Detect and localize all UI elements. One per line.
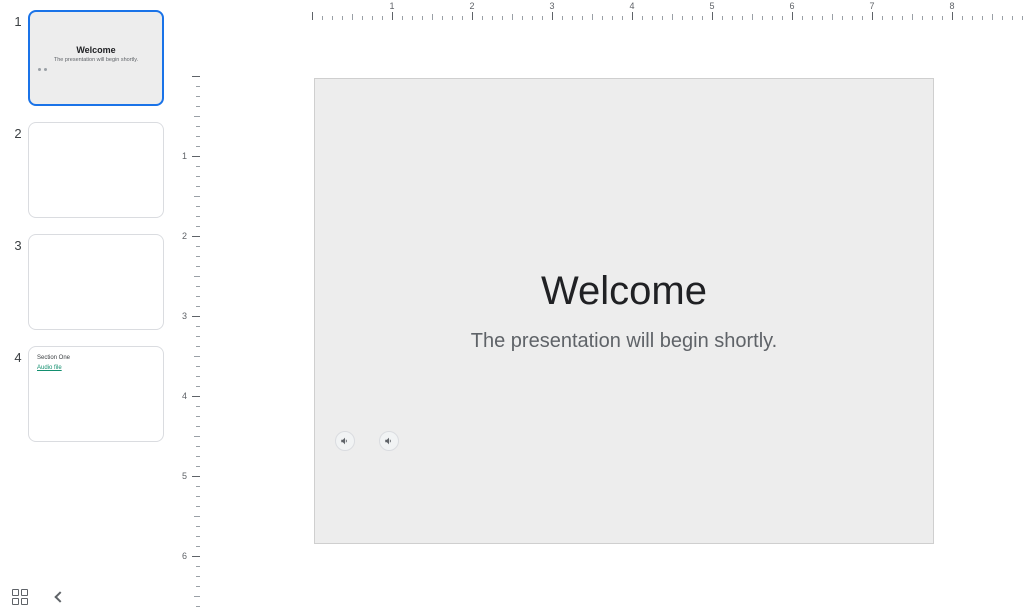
slide-thumbnail-entry: 4 Section One Audio file xyxy=(8,346,172,442)
slide-subtitle-text[interactable]: The presentation will begin shortly. xyxy=(471,330,777,353)
audio-widget[interactable] xyxy=(335,431,355,451)
slide-number: 2 xyxy=(8,122,28,141)
thumb-section-title: Section One xyxy=(37,355,155,361)
slide-thumbnail[interactable] xyxy=(28,122,164,218)
chevron-left-icon[interactable] xyxy=(54,591,65,602)
slide-number: 3 xyxy=(8,234,28,253)
speaker-icon xyxy=(340,436,350,446)
canvas-viewport[interactable]: Welcome The presentation will begin shor… xyxy=(202,22,1012,601)
slide-thumbnail-entry: 1 Welcome The presentation will begin sh… xyxy=(8,10,172,106)
thumb-title: Welcome xyxy=(30,45,162,55)
slide-number: 1 xyxy=(8,10,28,29)
thumb-content: Section One Audio file xyxy=(29,347,163,379)
slide-thumbnail-entry: 3 xyxy=(8,234,172,330)
slide-canvas[interactable]: Welcome The presentation will begin shor… xyxy=(314,78,934,544)
slide-panel: 1 Welcome The presentation will begin sh… xyxy=(0,0,180,613)
thumb-audio-link: Audio file xyxy=(37,365,155,371)
sidebar-bottom-controls xyxy=(12,589,64,605)
presentation-editor: 1 Welcome The presentation will begin sh… xyxy=(0,0,1024,613)
ruler-vertical: 1234567 xyxy=(180,20,200,613)
thumb-audio-indicators xyxy=(38,58,50,76)
slide-thumbnail[interactable]: Section One Audio file xyxy=(28,346,164,442)
slide-thumbnail[interactable]: Welcome The presentation will begin shor… xyxy=(28,10,164,106)
ruler-horizontal: 123456789 xyxy=(200,0,1024,20)
slide-thumbnail[interactable] xyxy=(28,234,164,330)
slide-title-text[interactable]: Welcome xyxy=(541,269,707,314)
slide-thumbnail-entry: 2 xyxy=(8,122,172,218)
editor-main-area: 123456789 1234567 Welcome The presentati… xyxy=(180,0,1024,613)
audio-widget[interactable] xyxy=(379,431,399,451)
speaker-icon xyxy=(384,436,394,446)
grid-view-icon[interactable] xyxy=(12,589,28,605)
slide-number: 4 xyxy=(8,346,28,365)
